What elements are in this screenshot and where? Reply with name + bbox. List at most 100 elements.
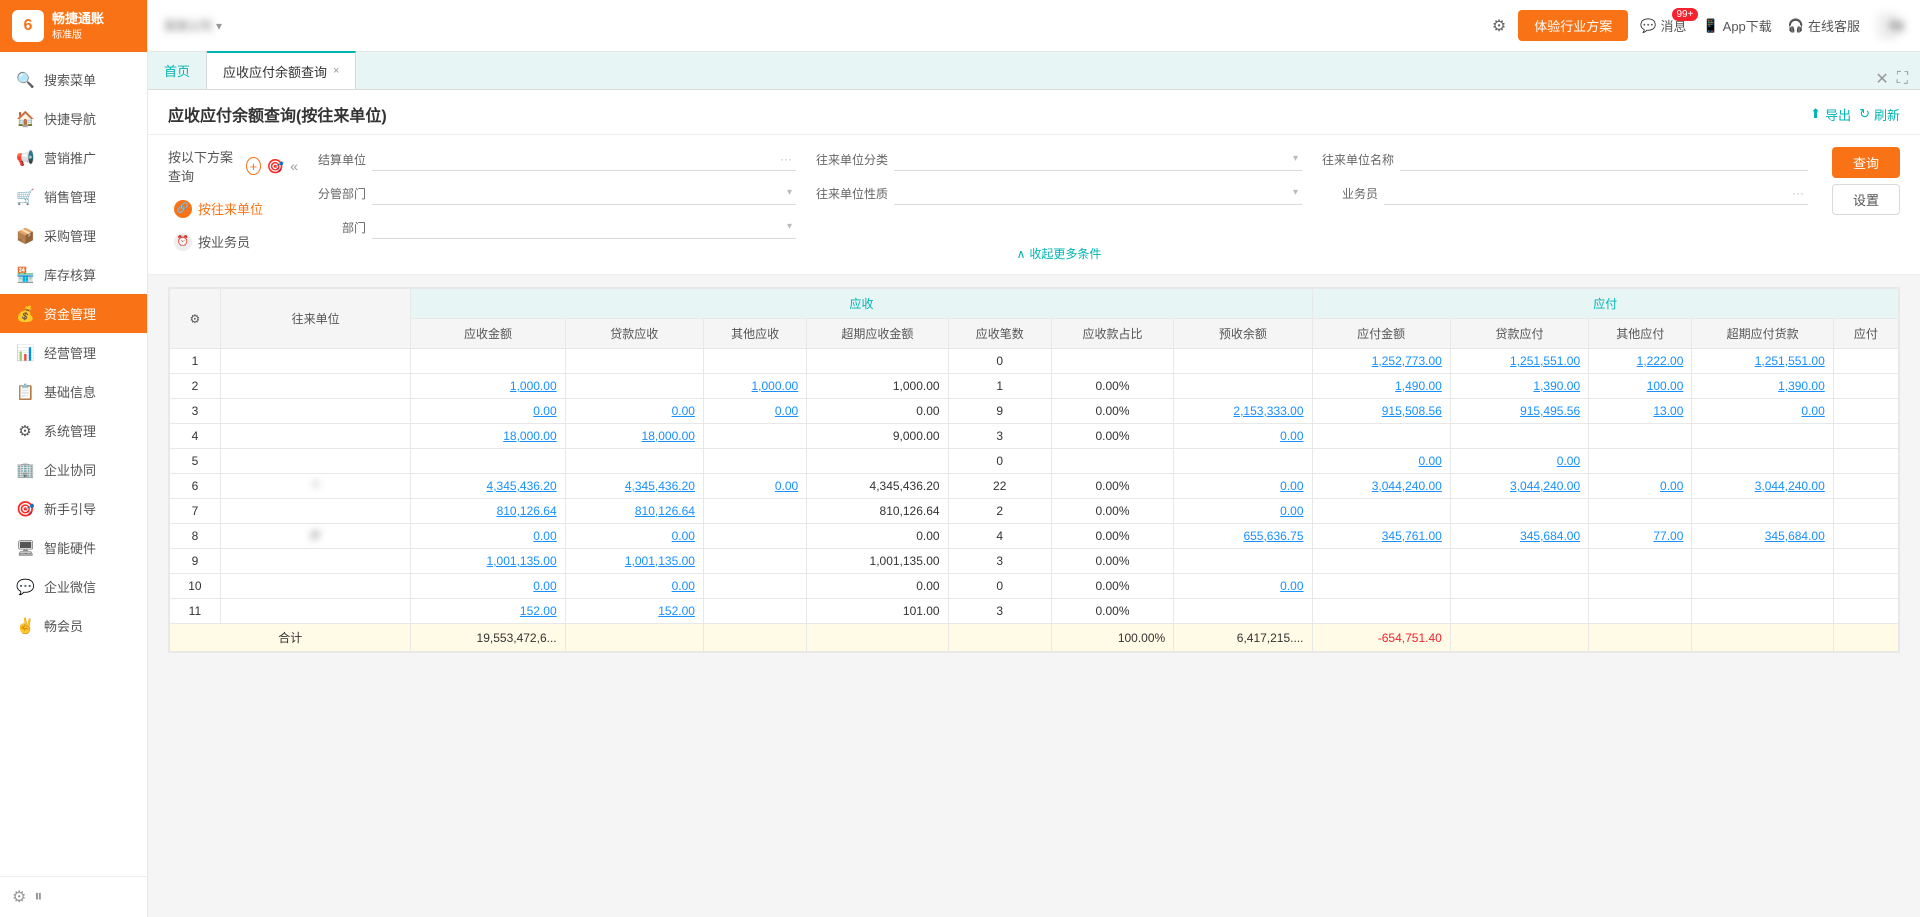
cell-link[interactable]: 3,044,240.00 [1510,479,1580,493]
message-button[interactable]: 💬 消息 99+ [1640,16,1686,35]
cell-link[interactable]: 0.00 [672,529,695,543]
query-button[interactable]: 查询 [1832,147,1900,178]
sidebar-item-member[interactable]: ✌畅会员 [0,606,147,645]
cell-link[interactable]: 1,490.00 [1395,379,1442,393]
col-group-payable: 应付 [1312,289,1899,319]
sidebar-item-basic[interactable]: 📋基础信息 [0,372,147,411]
cell-link[interactable]: 345,684.00 [1520,529,1580,543]
tab-close-icon[interactable]: × [333,65,339,77]
filter-input-company-name[interactable] [1400,147,1808,171]
cell-link[interactable]: 1,390.00 [1533,379,1580,393]
cell-link[interactable]: 0.00 [1280,429,1303,443]
cell-link[interactable]: 0.00 [533,529,556,543]
filter-nav-item-company[interactable]: 🔗 按往来单位 [168,195,298,222]
sidebar-item-enterprise[interactable]: 🏢企业协同 [0,450,147,489]
sidebar-item-wechat[interactable]: 💬企业微信 [0,567,147,606]
cell-link[interactable]: 1,251,551.00 [1510,354,1580,368]
cell-link[interactable]: 18,000.00 [642,429,695,443]
cell-link[interactable]: 13.00 [1653,404,1683,418]
cell-link[interactable]: 1,390.00 [1778,379,1825,393]
cell-link[interactable]: 18,000.00 [503,429,556,443]
dropdown-arrow-icon[interactable]: ▾ [216,19,222,33]
filter-input-department[interactable]: ▾ [372,215,796,239]
filter-input-salesperson[interactable]: ··· [1384,181,1808,205]
cell-link[interactable]: 0.00 [672,404,695,418]
table-settings-icon[interactable]: ⚙ [190,312,201,326]
cell-link[interactable]: 2,153,333.00 [1233,404,1303,418]
cell-link[interactable]: 152.00 [658,604,695,618]
sidebar-item-marketing[interactable]: 📢营销推广 [0,138,147,177]
cell-link[interactable]: 0.00 [1280,479,1303,493]
cell-link[interactable]: 0.00 [533,579,556,593]
cell-link[interactable]: 1,251,551.00 [1755,354,1825,368]
filter-input-nature[interactable]: ▾ [894,181,1302,205]
cell-link[interactable]: 3,044,240.00 [1755,479,1825,493]
cell-link[interactable]: 0.00 [1280,579,1303,593]
cell-link[interactable]: 1,000.00 [751,379,798,393]
cell-link[interactable]: 345,761.00 [1382,529,1442,543]
sidebar-item-quicknav[interactable]: 🏠快捷导航 [0,99,147,138]
cell-link[interactable]: 0.00 [1557,454,1580,468]
cell-link[interactable]: 810,126.64 [635,504,695,518]
filter-nav-item-sales[interactable]: ⏰ 按业务员 [168,228,298,255]
sidebar-gear-icon[interactable]: ⚙ [12,887,26,907]
service-button[interactable]: 🎧 在线客服 [1788,16,1860,35]
sidebar-item-system[interactable]: ⚙系统管理 [0,411,147,450]
cell-link[interactable]: 4,345,436.20 [625,479,695,493]
cell-link[interactable]: 100.00 [1647,379,1684,393]
cell-link[interactable]: 0.00 [775,479,798,493]
cell-link[interactable]: 0.00 [533,404,556,418]
user-avatar[interactable]: Rit [1876,12,1904,40]
sidebar: 6 畅捷通账 标准版 🔍搜索菜单🏠快捷导航📢营销推广🛒销售管理📦采购管理🏪库存核… [0,0,148,917]
sidebar-item-search[interactable]: 🔍搜索菜单 [0,60,147,99]
app-download-button[interactable]: 📱 App下载 [1702,16,1771,35]
topbar-gear-icon[interactable]: ⚙ [1492,16,1506,36]
cell-link[interactable]: 1,252,773.00 [1372,354,1442,368]
cell-link[interactable]: 915,508.56 [1382,404,1442,418]
col-ar-loan: 贷款应收 [565,319,703,349]
cell-link[interactable]: 1,001,135.00 [487,554,557,568]
sidebar-item-hardware[interactable]: 🖥智能硬件 [0,528,147,567]
tab-home[interactable]: 首页 [148,51,207,89]
filter-collapse-button[interactable]: ∧ 收起更多条件 [1017,245,1102,262]
cell-link[interactable]: 3,044,240.00 [1372,479,1442,493]
promo-button[interactable]: 体验行业方案 [1518,10,1628,41]
cell-link[interactable]: 4,345,436.20 [487,479,557,493]
refresh-button[interactable]: ↻ 刷新 [1859,105,1900,124]
sidebar-item-finance[interactable]: 💰资金管理 [0,294,147,333]
cell-link[interactable]: 0.00 [1801,404,1824,418]
filter-input-company-type[interactable]: ▾ [894,147,1302,171]
settings-button[interactable]: 设置 [1832,184,1900,215]
cell-link[interactable]: 655,636.75 [1243,529,1303,543]
sidebar-item-guide[interactable]: 🎯新手引导 [0,489,147,528]
cell-link[interactable]: 0.00 [672,579,695,593]
window-close-icon[interactable]: ✕ [1875,69,1888,89]
cell-link[interactable]: 0.00 [1660,479,1683,493]
sidebar-item-purchase[interactable]: 📦采购管理 [0,216,147,255]
cell-link[interactable]: 810,126.64 [497,504,557,518]
window-expand-icon[interactable]: ⛶ [1897,70,1908,88]
cell-link[interactable]: 77.00 [1653,529,1683,543]
filter-collapse-left-icon[interactable]: « [290,158,298,174]
filter-input-dept[interactable]: ▾ [372,181,796,205]
tab-ar-query[interactable]: 应收应付余额查询 × [207,51,356,89]
col-header-settings[interactable]: ⚙ [170,289,221,349]
filter-add-button[interactable]: + [246,157,261,175]
cell-link[interactable]: 915,495.56 [1520,404,1580,418]
cell-link[interactable]: 1,001,135.00 [625,554,695,568]
cell-link[interactable]: 1,000.00 [510,379,557,393]
filter-target-icon[interactable]: 🎯 [267,158,284,175]
filter-input-settlement[interactable]: ··· [372,147,796,171]
cell-link[interactable]: 0.00 [1418,454,1441,468]
table-scroll[interactable]: ⚙ 往来单位 应收 应付 应收金额 贷款应收 其他应收 [169,288,1899,652]
export-button[interactable]: ⬆ 导出 [1810,105,1851,124]
sidebar-pause-icon[interactable]: ⏸ [34,888,42,906]
sidebar-item-sales[interactable]: 🛒销售管理 [0,177,147,216]
cell-link[interactable]: 0.00 [775,404,798,418]
sidebar-item-operation[interactable]: 📊经营管理 [0,333,147,372]
sidebar-item-inventory[interactable]: 🏪库存核算 [0,255,147,294]
cell-link[interactable]: 152.00 [520,604,557,618]
cell-link[interactable]: 345,684.00 [1765,529,1825,543]
cell-link[interactable]: 1,222.00 [1637,354,1684,368]
cell-link[interactable]: 0.00 [1280,504,1303,518]
